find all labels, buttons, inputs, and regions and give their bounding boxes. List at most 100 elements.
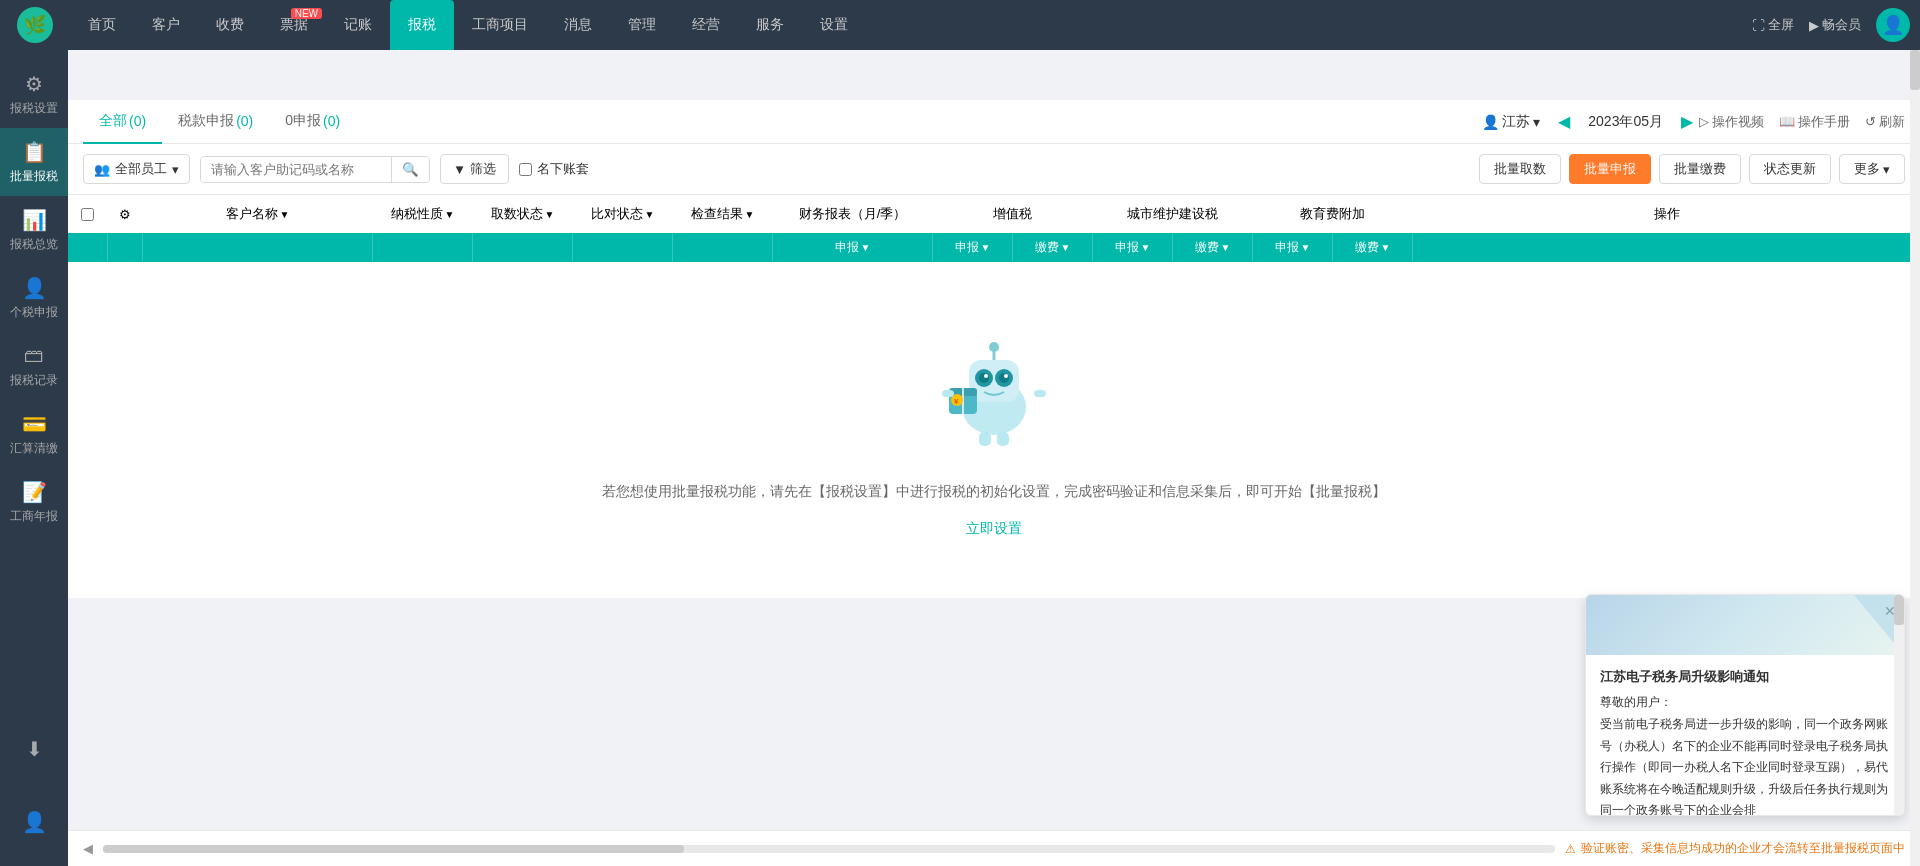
nav-accounting[interactable]: 记账 — [326, 0, 390, 50]
check-result-filter-icon[interactable]: ▼ — [745, 209, 755, 220]
annual-report-icon: 📝 — [22, 480, 46, 504]
user-avatar[interactable]: 👤 — [1876, 8, 1910, 42]
nav-billing[interactable]: 收费 — [198, 0, 262, 50]
svg-rect-18 — [997, 432, 1009, 446]
operation-manual-btn[interactable]: 📖 操作手册 — [1779, 113, 1850, 131]
fetch-filter-icon[interactable]: ▼ — [545, 209, 555, 220]
tab-tax-declare[interactable]: 税款申报 (0) — [162, 100, 269, 144]
th-checkbox[interactable] — [68, 195, 108, 233]
filter-icon: ▼ — [453, 162, 466, 177]
current-date: 2023年05月 — [1588, 113, 1663, 131]
operation-video-btn[interactable]: ▷ 操作视频 — [1699, 113, 1764, 131]
sidebar-download[interactable]: ⬇ — [0, 715, 68, 783]
sidebar-item-tax-record[interactable]: 🗃 报税记录 — [0, 332, 68, 400]
region-selector[interactable]: 👤 江苏 ▾ — [1482, 113, 1540, 131]
sidebar-item-annual-report[interactable]: 📝 工商年报 — [0, 468, 68, 536]
sidebar-item-tax-settings[interactable]: ⚙ 报税设置 — [0, 60, 68, 128]
tax-record-icon: 🗃 — [22, 344, 46, 368]
video-icon: ▷ — [1699, 114, 1709, 129]
refresh-icon: ↺ — [1865, 114, 1876, 129]
right-scrollbar[interactable] — [1910, 50, 1920, 866]
search-input[interactable] — [201, 157, 391, 182]
select-all-checkbox[interactable] — [81, 208, 94, 221]
notification-content: 受当前电子税务局进一步升级的影响，同一个政务网账号（办税人）名下的企业不能再同时… — [1600, 714, 1890, 815]
th-financial-report: 财务报表（月/季） — [773, 195, 933, 233]
filter-label: 筛选 — [470, 160, 496, 178]
employee-select[interactable]: 👥 全部员工 ▾ — [83, 154, 190, 184]
taxpayer-filter-icon[interactable]: ▼ — [445, 209, 455, 220]
sidebar-label-tax-record: 报税记录 — [10, 372, 58, 389]
toolbar-right: 批量取数 批量申报 批量缴费 状态更新 更多 ▾ — [1479, 154, 1905, 184]
sidebar-item-personal-tax[interactable]: 👤 个税申报 — [0, 264, 68, 332]
robot-illustration: ¥ — [929, 322, 1059, 452]
more-btn[interactable]: 更多 ▾ — [1839, 154, 1905, 184]
sub-th-edu-pay: 缴费 ▼ — [1333, 233, 1413, 262]
tab-tax-declare-badge: (0) — [236, 113, 253, 129]
right-scroll-thumb — [1910, 50, 1920, 90]
batch-fetch-btn[interactable]: 批量取数 — [1479, 154, 1561, 184]
th-settings[interactable]: ⚙ — [108, 195, 143, 233]
manual-icon: 📖 — [1779, 114, 1795, 129]
compare-filter-icon[interactable]: ▼ — [645, 209, 655, 220]
member-btn[interactable]: ▶ 畅会员 — [1809, 16, 1861, 34]
date-next-btn[interactable]: ▶ — [1675, 110, 1699, 134]
subaccount-checkbox[interactable] — [519, 163, 532, 176]
search-button[interactable]: 🔍 — [391, 157, 429, 182]
date-prev-btn[interactable]: ◀ — [1552, 110, 1576, 134]
th-vat: 增值税 — [933, 195, 1093, 233]
sidebar-item-settlement[interactable]: 💳 汇算清缴 — [0, 400, 68, 468]
tab-all-badge: (0) — [129, 113, 146, 129]
batch-pay-btn[interactable]: 批量缴费 — [1659, 154, 1741, 184]
notification-body: 江苏电子税务局升级影响通知 尊敬的用户： 受当前电子税务局进一步升级的影响，同一… — [1586, 655, 1904, 815]
bottom-tip: ⚠ 验证账密、采集信息均成功的企业才会流转至批量报税页面中 — [1565, 840, 1905, 857]
urban-pay-filter-icon[interactable]: ▼ — [1221, 242, 1231, 253]
batch-declare-btn[interactable]: 批量申报 — [1569, 154, 1651, 184]
sidebar-item-batch-tax[interactable]: 📋 批量报税 — [0, 128, 68, 196]
notif-scrollbar[interactable] — [1894, 595, 1904, 815]
filter-button[interactable]: ▼ 筛选 — [440, 154, 509, 184]
edu-pay-filter-icon[interactable]: ▼ — [1381, 242, 1391, 253]
sidebar-item-tax-overview[interactable]: 📊 报税总览 — [0, 196, 68, 264]
scroll-left-arrow[interactable]: ◀ — [83, 841, 93, 856]
tab-all[interactable]: 全部 (0) — [83, 100, 162, 144]
tab-bar: 全部 (0) 税款申报 (0) 0申报 (0) 👤 江苏 ▾ ◀ 2023年05… — [68, 100, 1920, 144]
personal-tax-icon: 👤 — [22, 276, 46, 300]
sidebar-user[interactable]: 👤 — [0, 788, 68, 856]
fin-declare-filter-icon[interactable]: ▼ — [861, 242, 871, 253]
subaccount-checkbox-label[interactable]: 名下账套 — [519, 160, 589, 178]
search-box: 🔍 — [200, 156, 430, 183]
nav-invoice[interactable]: 票据 NEW — [262, 0, 326, 50]
app-logo[interactable]: 🌿 — [10, 0, 60, 50]
nav-home[interactable]: 首页 — [70, 0, 134, 50]
setup-link[interactable]: 立即设置 — [966, 520, 1022, 538]
nav-operation[interactable]: 经营 — [674, 0, 738, 50]
notification-salutation: 尊敬的用户： — [1600, 692, 1890, 714]
nav-service[interactable]: 服务 — [738, 0, 802, 50]
refresh-btn[interactable]: ↺ 刷新 — [1865, 113, 1905, 131]
nav-customer[interactable]: 客户 — [134, 0, 198, 50]
sub-th-financial-declare: 申报 ▼ — [773, 233, 933, 262]
th-edu-surcharge: 教育费附加 — [1253, 195, 1413, 233]
tab-zero-declare[interactable]: 0申报 (0) — [269, 100, 356, 144]
vat-declare-filter-icon[interactable]: ▼ — [981, 242, 991, 253]
svg-point-5 — [999, 373, 1009, 383]
nav-biz[interactable]: 工商项目 — [454, 0, 546, 50]
subaccount-label: 名下账套 — [537, 160, 589, 178]
svg-point-9 — [989, 342, 999, 352]
nav-settings[interactable]: 设置 — [802, 0, 866, 50]
sidebar-bottom: ⬇ 👤 — [0, 715, 68, 856]
tab-zero-declare-badge: (0) — [323, 113, 340, 129]
nav-msg[interactable]: 消息 — [546, 0, 610, 50]
sub-th-edu-declare: 申报 ▼ — [1253, 233, 1333, 262]
fullscreen-btn[interactable]: ⛶ 全屏 — [1752, 16, 1794, 34]
nav-menu: 首页 客户 收费 票据 NEW 记账 报税 工商项目 消息 管理 经营 服务 设… — [70, 0, 1752, 50]
edu-declare-filter-icon[interactable]: ▼ — [1301, 242, 1311, 253]
sidebar-label-personal-tax: 个税申报 — [10, 304, 58, 321]
urban-declare-filter-icon[interactable]: ▼ — [1141, 242, 1151, 253]
vat-pay-filter-icon[interactable]: ▼ — [1061, 242, 1071, 253]
nav-tax[interactable]: 报税 — [390, 0, 454, 50]
client-filter-icon[interactable]: ▼ — [280, 209, 290, 220]
nav-manage[interactable]: 管理 — [610, 0, 674, 50]
horizontal-scrollbar[interactable] — [103, 845, 1555, 853]
status-update-btn[interactable]: 状态更新 — [1749, 154, 1831, 184]
